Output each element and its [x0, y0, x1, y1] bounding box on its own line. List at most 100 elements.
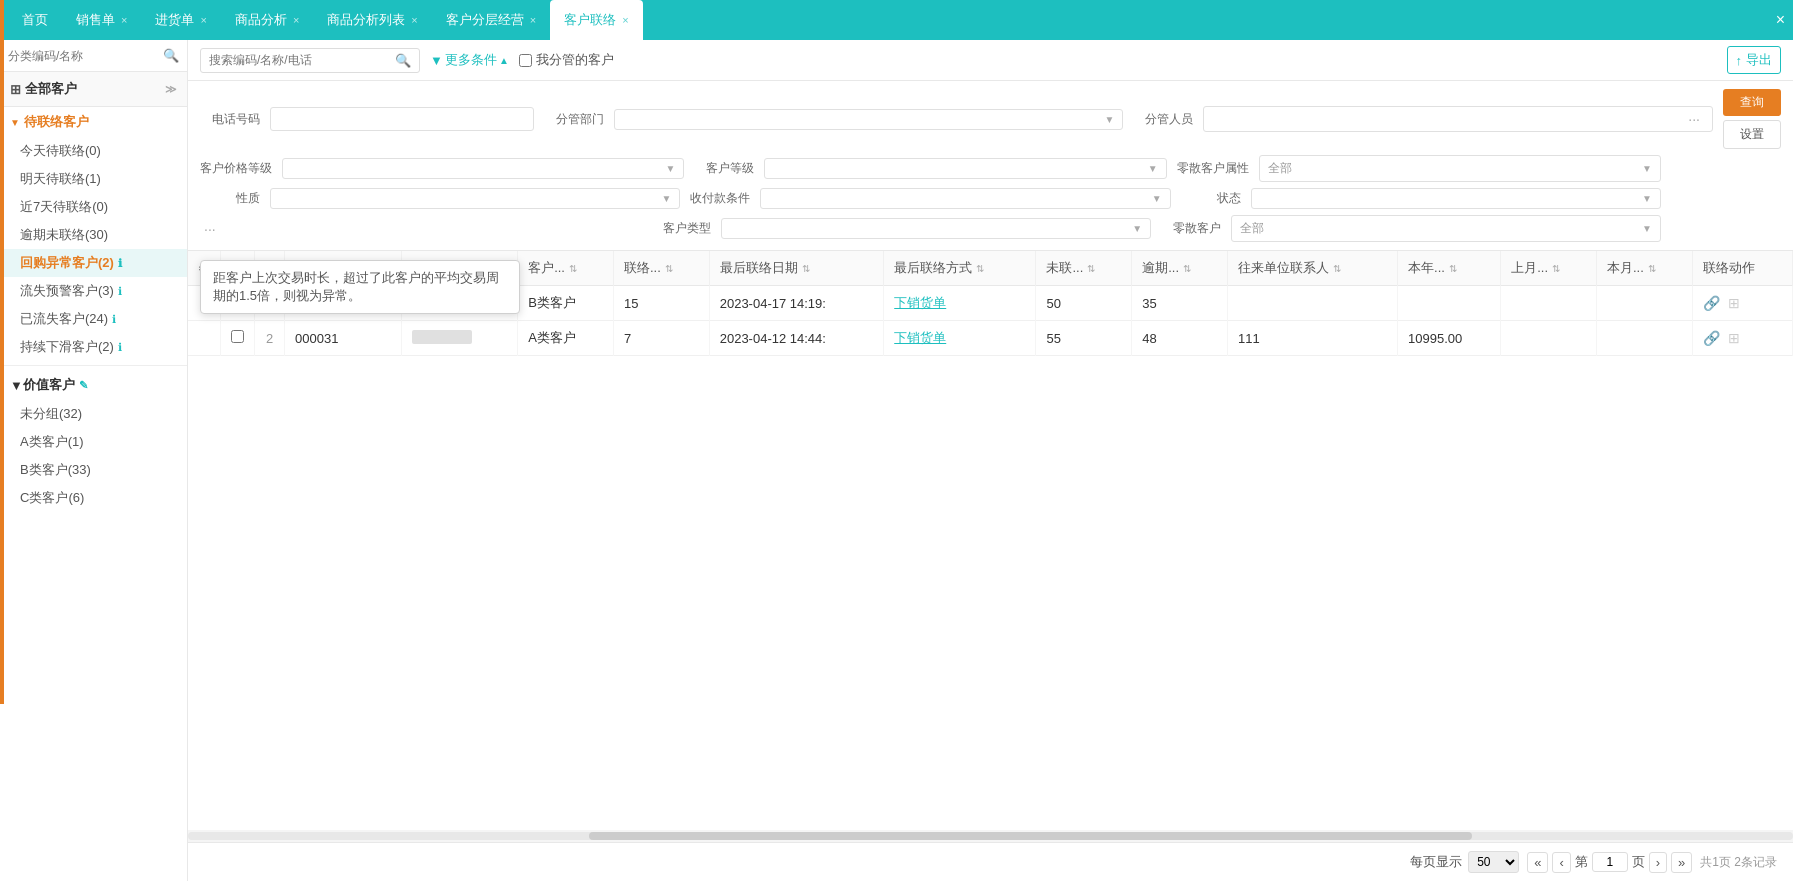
- phone-input[interactable]: [270, 107, 534, 131]
- nav-sales[interactable]: 销售单 ×: [62, 0, 141, 40]
- last-page-btn[interactable]: »: [1671, 852, 1692, 873]
- sidebar-item-class-c[interactable]: C类客户(6): [0, 484, 187, 512]
- sidebar-item-7days[interactable]: 近7天待联络(0): [0, 193, 187, 221]
- cust-level-select[interactable]: ▼: [764, 158, 1166, 179]
- advanced-filter-panel: 电话号码 分管部门 ▼ 分管人员 ··· 查询 设置 客户价: [188, 81, 1793, 251]
- more-dots-icon[interactable]: ···: [200, 221, 220, 237]
- nav-product-analysis-list[interactable]: 商品分析列表 ×: [313, 0, 431, 40]
- search-icon[interactable]: 🔍: [395, 53, 411, 68]
- sidebar-search-icon[interactable]: 🔍: [163, 48, 179, 63]
- status-select[interactable]: ▼: [1251, 188, 1661, 209]
- row2-checkbox-input[interactable]: [231, 330, 244, 343]
- nav-home[interactable]: 首页: [8, 0, 62, 40]
- query-button[interactable]: 查询: [1723, 89, 1781, 116]
- info-icon[interactable]: ℹ: [118, 257, 122, 270]
- nav-product-analysis[interactable]: 商品分析 ×: [221, 0, 313, 40]
- per-page-select[interactable]: 50 10 20 100: [1468, 851, 1519, 873]
- export-button[interactable]: ↑ 导出: [1727, 46, 1782, 74]
- sidebar-item-class-b[interactable]: B类客户(33): [0, 456, 187, 484]
- search-input[interactable]: [209, 53, 391, 67]
- sidebar-all-customers-title[interactable]: ⊞ 全部客户 ≫: [0, 72, 187, 107]
- nav-customer-layered[interactable]: 客户分层经营 ×: [432, 0, 550, 40]
- sidebar-item-unclassified[interactable]: 未分组(32): [0, 400, 187, 428]
- settings-button[interactable]: 设置: [1723, 120, 1781, 149]
- sort-icon5: ⇅: [802, 263, 810, 274]
- sort-icon11: ⇅: [1552, 263, 1560, 274]
- sidebar-item-repurchase-anomaly[interactable]: 回购异常客户(2) ℹ: [0, 249, 187, 277]
- edit-icon[interactable]: ✎: [79, 379, 88, 392]
- nav-customer-contact[interactable]: 客户联络 ×: [550, 0, 642, 40]
- dots-icon[interactable]: ···: [1684, 111, 1704, 127]
- row2-unit-contact: 111: [1228, 321, 1398, 356]
- table-row: 2 000031 A类客户 7 2023-04-12 14:44: 下销货单 5…: [188, 321, 1793, 356]
- collapse-icon[interactable]: ≫: [165, 83, 177, 96]
- sidebar-item-declining[interactable]: 持续下滑客户(2) ℹ: [0, 333, 187, 361]
- row2-level: A类客户: [518, 321, 614, 356]
- horizontal-scrollbar[interactable]: [188, 830, 1793, 842]
- last-method-col-header[interactable]: 最后联络方式⇅: [884, 251, 1036, 286]
- info-icon-churn[interactable]: ℹ: [118, 285, 122, 298]
- nav-purchase[interactable]: 进货单 ×: [141, 0, 220, 40]
- row2-uncontacted: 55: [1036, 321, 1132, 356]
- row1-last-method[interactable]: 下销货单: [884, 286, 1036, 321]
- price-level-select[interactable]: ▼: [282, 158, 684, 179]
- sidebar-item-churn-warning[interactable]: 流失预警客户(3) ℹ: [0, 277, 187, 305]
- next-page-btn[interactable]: ›: [1649, 852, 1667, 873]
- retail-attr-select[interactable]: 全部 ▼: [1259, 155, 1661, 182]
- info-icon-declining[interactable]: ℹ: [118, 341, 122, 354]
- row2-checkbox[interactable]: [221, 321, 255, 356]
- row1-overdue: 35: [1132, 286, 1228, 321]
- scrollbar-track: [188, 832, 1793, 840]
- close-customer-contact-tab[interactable]: ×: [622, 14, 628, 26]
- row2-apps-icon[interactable]: ⊞: [1728, 330, 1740, 346]
- payment-select[interactable]: ▼: [760, 188, 1170, 209]
- sidebar-item-churned[interactable]: 已流失客户(24) ℹ: [0, 305, 187, 333]
- close-purchase-tab[interactable]: ×: [200, 14, 206, 26]
- last-month-col-header[interactable]: 上月...⇅: [1501, 251, 1597, 286]
- manager-select[interactable]: ···: [1203, 106, 1713, 132]
- unit-contact-col-header[interactable]: 往来单位联系人⇅: [1228, 251, 1398, 286]
- row1-apps-icon[interactable]: ⊞: [1728, 295, 1740, 311]
- sidebar-pending-group-title[interactable]: ▼ 待联络客户: [0, 107, 187, 137]
- row1-link-icon[interactable]: 🔗: [1703, 295, 1720, 311]
- window-close-button[interactable]: ×: [1776, 11, 1785, 29]
- sidebar-item-today[interactable]: 今天待联络(0): [0, 137, 187, 165]
- retail-cust-select[interactable]: 全部 ▼: [1231, 215, 1661, 242]
- my-customers-checkbox[interactable]: [519, 54, 532, 67]
- this-year-col-header[interactable]: 本年...⇅: [1398, 251, 1501, 286]
- cust-type-select[interactable]: ▼: [721, 218, 1151, 239]
- overdue-col-header[interactable]: 逾期...⇅: [1132, 251, 1228, 286]
- level-col-header[interactable]: 客户...⇅: [518, 251, 614, 286]
- dept-select[interactable]: ▼: [614, 109, 1124, 130]
- prev-page-btn[interactable]: ‹: [1552, 852, 1570, 873]
- row2-last-method[interactable]: 下销货单: [884, 321, 1036, 356]
- close-customer-layered-tab[interactable]: ×: [530, 14, 536, 26]
- sidebar: 🔍 ⊞ 全部客户 ≫ ▼ 待联络客户 今天待联络(0) 明天待联络(1) 近7天…: [0, 40, 188, 881]
- last-date-col-header[interactable]: 最后联络日期⇅: [709, 251, 884, 286]
- close-product-analysis-list-tab[interactable]: ×: [411, 14, 417, 26]
- sidebar-search-input[interactable]: [8, 49, 159, 63]
- more-conditions-btn[interactable]: ▼ 更多条件 ▲: [430, 51, 509, 69]
- row2-link-icon[interactable]: 🔗: [1703, 330, 1720, 346]
- per-page-label: 每页显示: [1410, 853, 1462, 871]
- sidebar-item-tomorrow[interactable]: 明天待联络(1): [0, 165, 187, 193]
- sidebar-item-class-a[interactable]: A类客户(1): [0, 428, 187, 456]
- info-icon-churned[interactable]: ℹ: [112, 313, 116, 326]
- triangle-icon2: ▼: [10, 378, 23, 393]
- sort-icon4: ⇅: [665, 263, 673, 274]
- contact-col-header[interactable]: 联络...⇅: [613, 251, 709, 286]
- scrollbar-thumb[interactable]: [589, 832, 1472, 840]
- status-label: 状态: [1181, 190, 1241, 207]
- sidebar-value-group-title[interactable]: ▼ 价值客户 ✎: [0, 370, 187, 400]
- sidebar-item-overdue[interactable]: 逾期未联络(30): [0, 221, 187, 249]
- uncontacted-col-header[interactable]: 未联...⇅: [1036, 251, 1132, 286]
- nature-select[interactable]: ▼: [270, 188, 680, 209]
- close-product-analysis-tab[interactable]: ×: [293, 14, 299, 26]
- this-month-col-header[interactable]: 本月...⇅: [1597, 251, 1693, 286]
- first-page-btn[interactable]: «: [1527, 852, 1548, 873]
- row2-this-month: [1597, 321, 1693, 356]
- page-input[interactable]: [1592, 852, 1628, 872]
- close-sales-tab[interactable]: ×: [121, 14, 127, 26]
- row2-this-year: 10995.00: [1398, 321, 1501, 356]
- top-navigation: 首页 销售单 × 进货单 × 商品分析 × 商品分析列表 × 客户分层经营 × …: [0, 0, 1793, 40]
